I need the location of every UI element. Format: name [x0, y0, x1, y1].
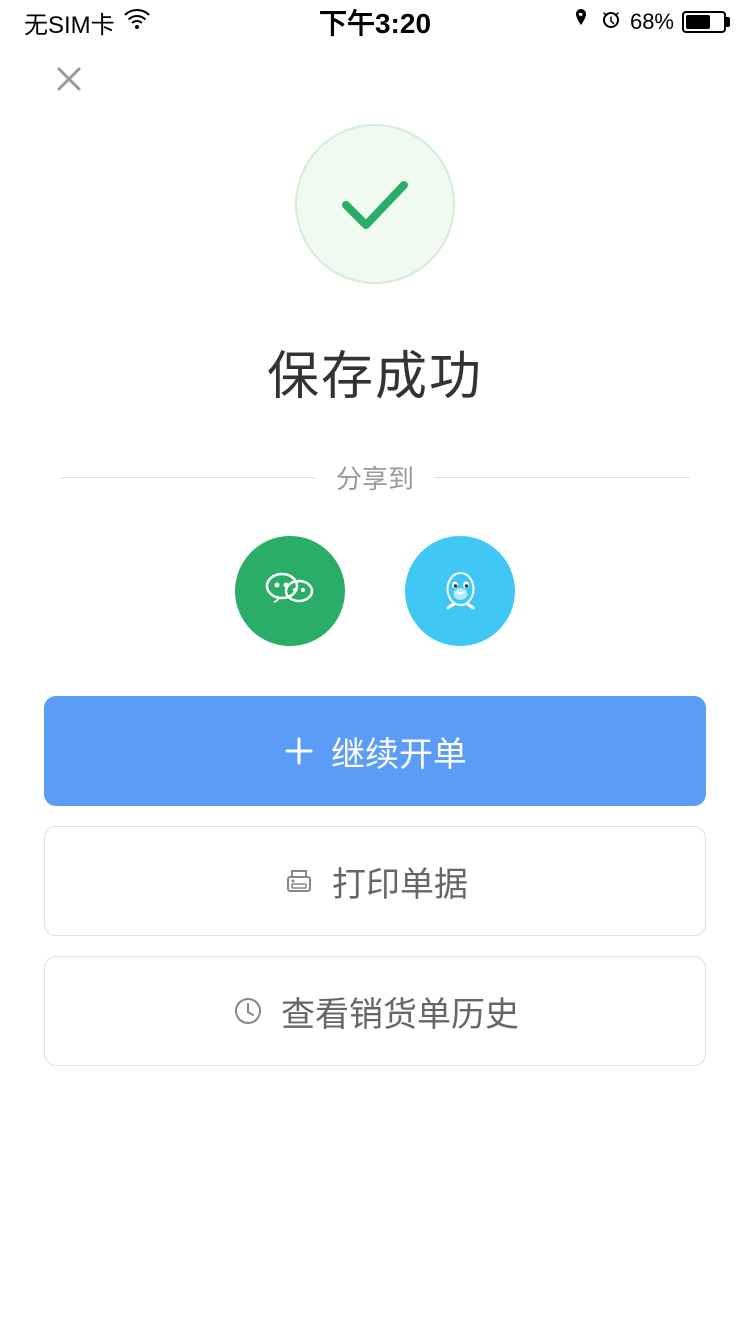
close-button[interactable]: [44, 54, 94, 104]
history-button[interactable]: 查看销货单历史: [44, 956, 706, 1066]
print-button[interactable]: 打印单据: [44, 826, 706, 936]
alarm-icon: [600, 8, 622, 36]
print-label: 打印单据: [332, 857, 468, 906]
success-icon-circle: [295, 124, 455, 284]
wifi-icon: [123, 8, 151, 36]
continue-label: 继续开单: [331, 727, 467, 776]
history-label: 查看销货单历史: [281, 987, 519, 1036]
wechat-share-button[interactable]: [235, 536, 345, 646]
divider-left: [60, 477, 316, 478]
status-bar: 无SIM卡 下午3:20 68%: [0, 0, 750, 44]
main-content: 保存成功 分享到: [0, 44, 750, 1066]
share-label: 分享到: [316, 459, 434, 496]
battery-percent: 68%: [630, 9, 674, 35]
share-icons-row: [235, 536, 515, 646]
status-time: 下午3:20: [319, 2, 431, 42]
carrier-text: 无SIM卡: [24, 5, 115, 40]
status-indicators: 68%: [570, 8, 726, 36]
battery-icon: [682, 11, 726, 33]
share-section: 分享到: [0, 459, 750, 646]
qq-share-button[interactable]: [405, 536, 515, 646]
continue-button[interactable]: 继续开单: [44, 696, 706, 806]
location-icon: [570, 8, 592, 36]
success-title: 保存成功: [267, 334, 483, 409]
status-carrier: 无SIM卡: [24, 5, 151, 40]
divider-right: [434, 477, 690, 478]
actions-section: 继续开单 打印单据 查看销货单历史: [0, 696, 750, 1066]
share-divider: 分享到: [0, 459, 750, 496]
